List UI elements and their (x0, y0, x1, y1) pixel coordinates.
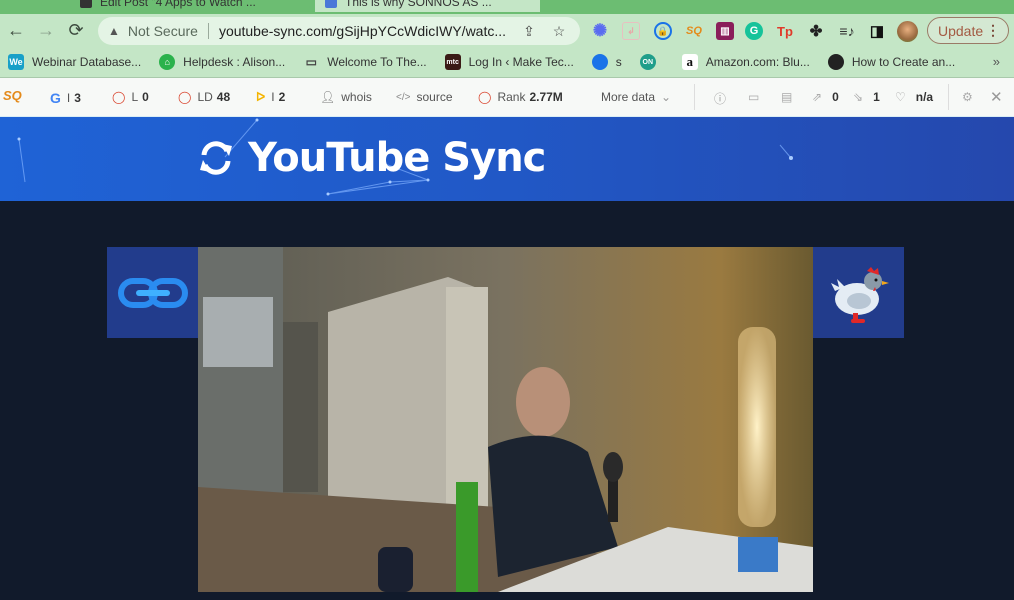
helpdesk-favicon-icon: ⌂ (159, 54, 176, 70)
grammarly-icon[interactable]: G (745, 22, 763, 40)
link-chain-icon (117, 277, 188, 308)
profile-avatar[interactable] (897, 21, 918, 42)
seoquake-bar: SQ G I3 ◯ L0 ◯ LD 48 ᐅ I2 👤︎ whois </> so… (0, 78, 1014, 117)
arrow-right-icon: → (37, 20, 55, 40)
close-icon[interactable]: ✕ (990, 88, 1003, 106)
tab-next[interactable] (545, 0, 575, 12)
url-text[interactable]: youtube-sync.com/gSijHpYCcWdicIWY/watc..… (219, 23, 510, 39)
google-icon: G (50, 90, 61, 106)
arrow-left-icon: ← (7, 20, 25, 40)
divider (948, 84, 949, 110)
tab-youtube-sync[interactable]: This is why SONNOS AS ... (315, 0, 540, 12)
health-item[interactable]: ♡ n/a (895, 90, 933, 104)
bookmark-amazon[interactable]: a Amazon.com: Blu... (681, 54, 810, 70)
linking-domains-item[interactable]: ◯ LD 48 (178, 90, 230, 104)
media-control-icon[interactable]: ≡♪ (838, 22, 856, 40)
forward-button[interactable]: → (31, 16, 61, 46)
whois-item[interactable]: 👤︎ whois (320, 90, 372, 104)
rank-item[interactable]: ◯ Rank 2.77M (478, 90, 563, 104)
globe-icon (827, 54, 844, 70)
site-logo[interactable]: YouTube Sync (196, 135, 546, 181)
tp-extension-icon[interactable]: Tp (776, 22, 794, 40)
bookmark-webinar-database[interactable]: We Webinar Database... (8, 54, 141, 70)
bookmark-how-to-create[interactable]: How to Create an... (827, 54, 955, 70)
google-index-item[interactable]: G I3 (50, 90, 81, 106)
browser-toolbar: ← → ⟳ ▲ Not Secure youtube-sync.com/gSij… (0, 14, 1014, 47)
bookmark-on[interactable]: ON (639, 54, 664, 70)
internal-link-icon: ⇘ (853, 90, 864, 104)
sync-icon (200, 141, 232, 175)
chat-bubble-icon (591, 54, 608, 70)
back-button[interactable]: ← (1, 16, 31, 46)
external-links-item[interactable]: ⇗ 0 (812, 90, 839, 104)
more-data-dropdown[interactable]: More data ⌄ (601, 90, 671, 104)
pink-extension-icon[interactable]: ↲ (622, 22, 640, 40)
copy-link-button[interactable] (107, 247, 198, 338)
bookmarks-overflow-button[interactable]: » (993, 54, 1000, 69)
chevron-down-icon: ⌄ (661, 90, 672, 104)
bookmark-welcome[interactable]: ▭ Welcome To The... (303, 54, 427, 70)
address-bar[interactable]: ▲ Not Secure youtube-sync.com/gSijHpYCcW… (98, 17, 580, 45)
security-status[interactable]: Not Secure (128, 23, 198, 39)
webinar-favicon-icon: We (8, 54, 24, 70)
external-link-icon: ⇗ (812, 90, 823, 104)
tab-edit-post[interactable]: Edit Post "4 Apps to Watch ... (70, 0, 310, 12)
bookmark-make-tech[interactable]: mtc Log In ‹ Make Tec... (444, 54, 574, 70)
main-content (0, 201, 1014, 600)
code-icon: </> (396, 91, 411, 103)
amazon-favicon-icon: a (681, 54, 698, 70)
reload-icon: ⟳ (68, 20, 84, 40)
tab-strip: Edit Post "4 Apps to Watch ... This is w… (0, 0, 1014, 14)
circle-icon: ◯ (112, 90, 126, 104)
update-button[interactable]: Update ⋮ (927, 17, 1009, 44)
update-label: Update (938, 22, 984, 39)
video-player[interactable] (198, 247, 813, 592)
puzzle-extensions-icon[interactable]: ✤ (807, 22, 825, 40)
on-favicon-icon: ON (639, 54, 656, 70)
person-icon: 👤︎ (320, 90, 336, 104)
bing-index-item[interactable]: ᐅ I2 (256, 90, 285, 104)
links-item[interactable]: ◯ L0 (112, 90, 149, 104)
warning-triangle-icon: ▲ (108, 24, 120, 38)
divider (694, 84, 695, 110)
tab-favicon (325, 0, 337, 8)
sq-extension-icon[interactable]: SQ (685, 22, 703, 40)
site-title: YouTube Sync (248, 135, 546, 181)
bookmarks-bar: We Webinar Database... ⌂ Helpdesk : Alis… (0, 47, 1014, 78)
document-icon[interactable]: ▤ (781, 90, 792, 104)
circle-icon: ◯ (178, 90, 192, 104)
bing-icon: ᐅ (256, 90, 266, 104)
heart-pulse-icon: ♡ (895, 90, 906, 104)
source-item[interactable]: </> source (396, 90, 453, 104)
bookmark-star-icon[interactable]: ☆ (548, 23, 570, 40)
omnibox-divider (207, 23, 209, 39)
circle-icon: ◯ (478, 90, 492, 104)
reload-button[interactable]: ⟳ (61, 16, 91, 46)
mtc-favicon-icon: mtc (444, 54, 461, 70)
bookmark-s[interactable]: s (591, 54, 622, 70)
chicken-icon (830, 266, 889, 323)
side-panel-icon[interactable]: ◨ (868, 22, 886, 40)
site-header-banner: YouTube Sync (0, 117, 1014, 201)
password-lock-extension-icon[interactable]: 🔒 (654, 22, 672, 40)
seoquake-logo-icon[interactable]: SQ (3, 88, 22, 103)
purple-extension-icon[interactable]: ▥ (716, 22, 734, 40)
bookmark-helpdesk[interactable]: ⌂ Helpdesk : Alison... (159, 54, 285, 70)
internal-links-item[interactable]: ⇘ 1 (853, 90, 880, 104)
share-icon[interactable]: ⇪ (518, 23, 540, 40)
tab-favicon (80, 0, 92, 8)
chicken-mascot-tile[interactable] (813, 247, 904, 338)
monitor-icon[interactable]: ▭ (748, 90, 759, 104)
settings-gear-icon[interactable]: ⚙ (962, 90, 973, 104)
info-icon[interactable]: ⓘ (714, 90, 726, 107)
more-vert-icon[interactable]: ⋮ (986, 22, 1000, 39)
welcome-favicon-icon: ▭ (305, 55, 317, 69)
video-frame (198, 247, 813, 592)
blue-star-extension-icon[interactable]: ✺ (591, 21, 609, 40)
